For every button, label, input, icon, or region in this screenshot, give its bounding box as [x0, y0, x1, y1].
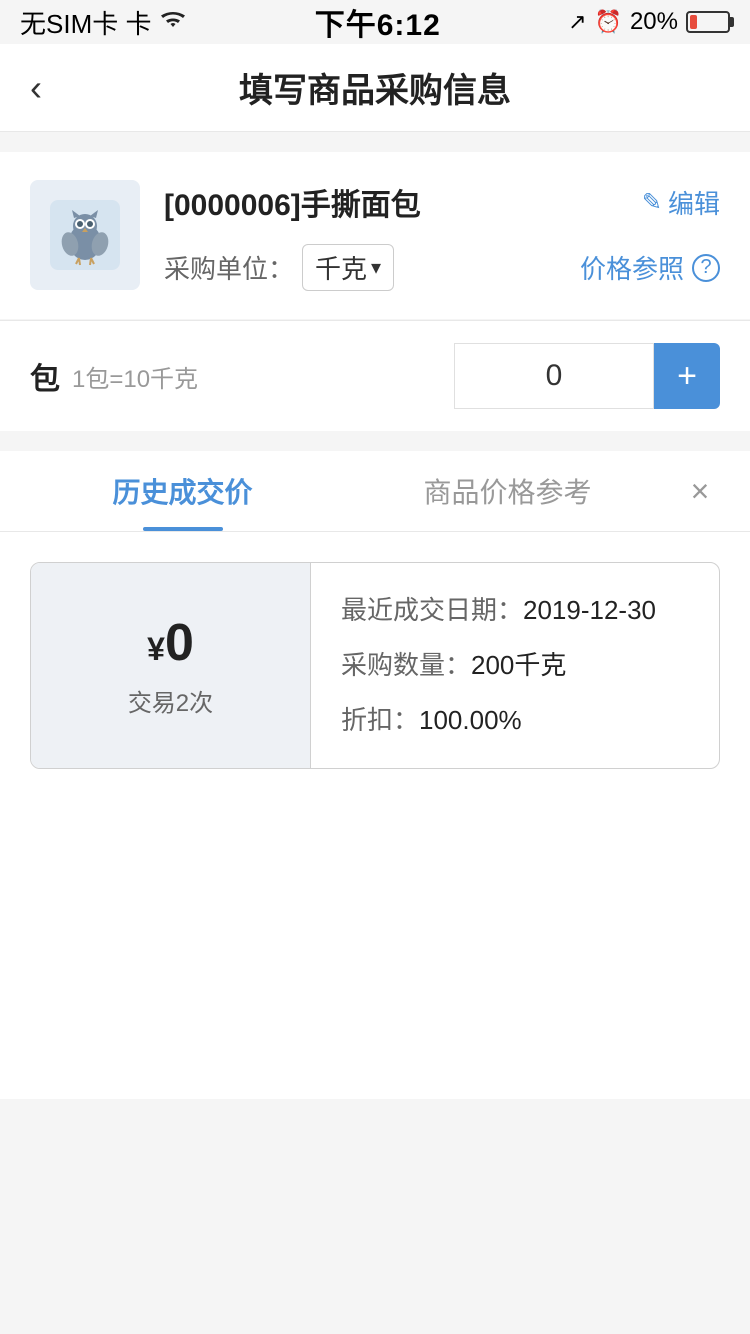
quantity-unit-name: 包 [30, 354, 60, 398]
unit-value: 千克 [315, 249, 367, 286]
page-body-rest [0, 799, 750, 1099]
unit-select[interactable]: 千克 ▾ [302, 244, 394, 291]
tab-history-price[interactable]: 历史成交价 [20, 451, 345, 531]
alarm-icon: ⏰ [595, 9, 622, 35]
location-icon: ↗ [568, 9, 586, 35]
wifi-icon [159, 7, 187, 38]
unit-label: 采购单位： [164, 249, 294, 286]
tabs-close-button[interactable]: × [670, 451, 730, 531]
battery-icon [686, 11, 730, 33]
help-icon: ? [692, 254, 720, 282]
page-title: 填写商品采购信息 [239, 63, 511, 112]
time-display: 下午6:12 [315, 0, 441, 44]
price-detail-qty: 采购数量：200千克 [341, 646, 689, 685]
product-card: [0000006]手撕面包 ✎ 编辑 采购单位： 千克 ▾ 价格参照 ? [0, 152, 750, 319]
status-left: 无SIM卡 卡 [20, 4, 187, 41]
back-button[interactable]: ‹ [30, 67, 42, 109]
price-card-section: ¥0 交易2次 最近成交日期：2019-12-30 采购数量：200千克 折扣：… [0, 532, 750, 799]
price-value: 0 [165, 614, 194, 672]
price-ref-button[interactable]: 价格参照 ? [580, 249, 720, 286]
price-right: 最近成交日期：2019-12-30 采购数量：200千克 折扣：100.00% [311, 563, 719, 768]
quantity-label: 包 1包=10千克 [30, 354, 198, 398]
product-info: [0000006]手撕面包 ✎ 编辑 采购单位： 千克 ▾ 价格参照 ? [164, 180, 720, 291]
close-icon: × [691, 473, 710, 510]
tab-price-reference[interactable]: 商品价格参考 [345, 451, 670, 531]
quantity-plus-button[interactable]: + [654, 343, 720, 409]
quantity-controls: 0 + [454, 343, 720, 409]
price-detail-discount: 折扣：100.00% [341, 701, 689, 740]
price-amount: ¥0 [147, 613, 194, 673]
price-left: ¥0 交易2次 [31, 563, 311, 768]
battery-percent: 20% [630, 8, 678, 36]
quantity-section: 包 1包=10千克 0 + [0, 320, 750, 431]
tabs-header: 历史成交价 商品价格参考 × [0, 451, 750, 532]
status-bar: 无SIM卡 卡 下午6:12 ↗ ⏰ 20% [0, 0, 750, 44]
product-image [30, 180, 140, 290]
quantity-input[interactable]: 0 [454, 343, 654, 409]
quantity-equiv: 1包=10千克 [72, 359, 198, 394]
edit-button[interactable]: ✎ 编辑 [642, 184, 720, 221]
currency-symbol: ¥ [147, 631, 165, 667]
nav-bar: ‹ 填写商品采购信息 [0, 44, 750, 132]
price-detail-date: 最近成交日期：2019-12-30 [341, 591, 689, 630]
product-logo-icon [50, 200, 120, 270]
tabs-section: 历史成交价 商品价格参考 × ¥0 交易2次 最近成交日期：2019-12-30… [0, 451, 750, 799]
chevron-down-icon: ▾ [371, 255, 381, 280]
price-card: ¥0 交易2次 最近成交日期：2019-12-30 采购数量：200千克 折扣：… [30, 562, 720, 769]
plus-icon: + [677, 357, 697, 396]
status-right: ↗ ⏰ 20% [568, 8, 730, 36]
trade-count: 交易2次 [128, 683, 213, 718]
edit-icon: ✎ [642, 188, 662, 217]
carrier-label: 无SIM卡 卡 [20, 4, 151, 41]
product-name: [0000006]手撕面包 [164, 180, 421, 224]
